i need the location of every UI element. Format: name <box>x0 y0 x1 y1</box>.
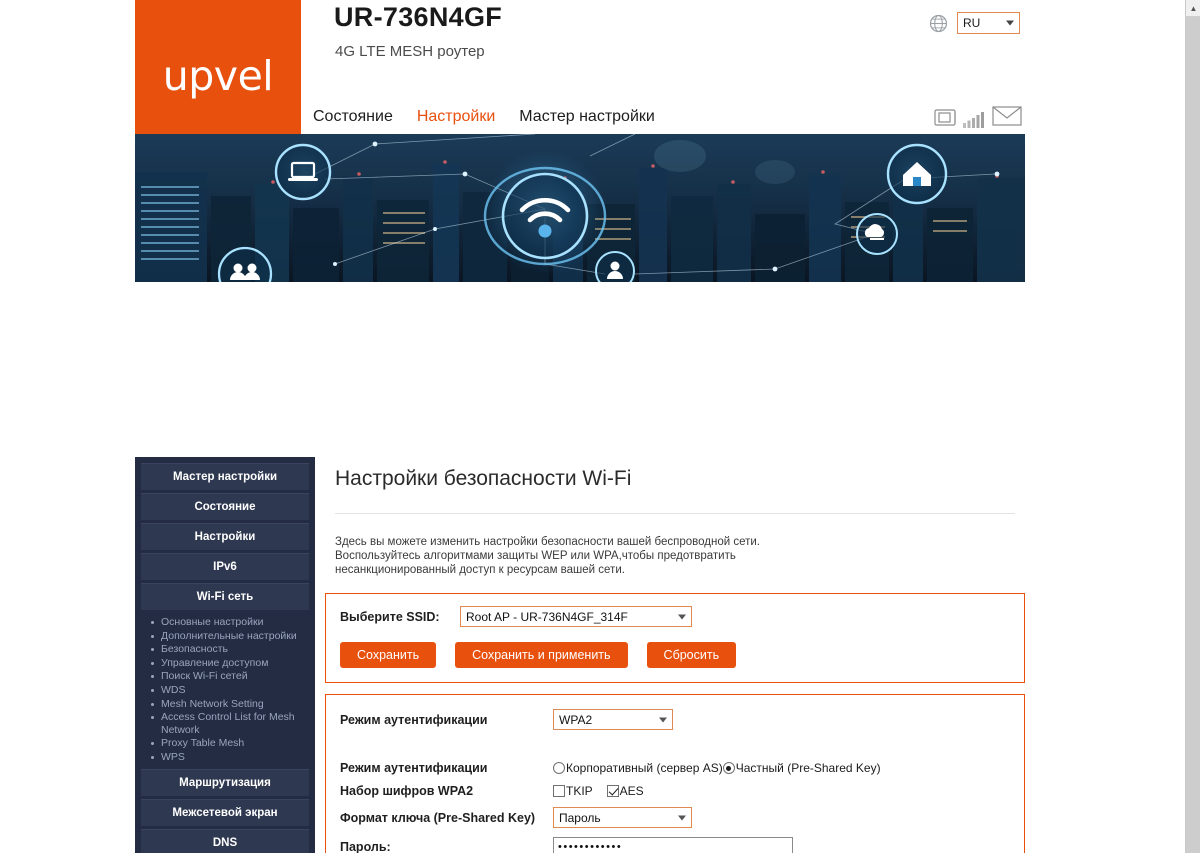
intro-line-1: Здесь вы можете изменить настройки безоп… <box>335 536 761 548</box>
radio-personal-label: Частный (Pre-Shared Key) <box>735 761 881 775</box>
chevron-down-icon <box>678 815 686 820</box>
key-format-value: Пароль <box>559 810 601 825</box>
cipher-row: Набор шифров WPA2 TKIP AES <box>340 784 1010 798</box>
radio-enterprise[interactable]: Корпоративный (сервер AS) <box>553 761 723 775</box>
page-scrollbar[interactable]: ▲ <box>1185 0 1200 853</box>
ssid-row: Выберите SSID: Root AP - UR-736N4GF_314F <box>340 606 1010 627</box>
intro-line-3: несанкционированный доступ к ресурсам ва… <box>335 564 625 576</box>
ssid-select[interactable]: Root AP - UR-736N4GF_314F <box>460 606 692 627</box>
status-icon-group <box>934 104 1022 128</box>
globe-icon <box>929 14 948 33</box>
auth-type-row: Режим аутентификации Корпоративный (серв… <box>340 761 1010 775</box>
hero-banner <box>135 134 1025 282</box>
sim-card-icon <box>934 108 958 128</box>
cipher-label: Набор шифров WPA2 <box>340 784 474 798</box>
ssid-panel: Выберите SSID: Root AP - UR-736N4GF_314F… <box>325 593 1025 683</box>
checkbox-aes[interactable]: AES <box>606 784 644 798</box>
radio-selected-icon <box>722 762 735 774</box>
intro-text: Здесь вы можете изменить настройки безоп… <box>335 535 1025 577</box>
chevron-down-icon <box>1006 20 1014 26</box>
auth-panel: Режим аутентификации WPA2 Режим аутентиф… <box>325 694 1025 853</box>
ssid-button-row: Сохранить Сохранить и применить Сбросить <box>340 642 1010 668</box>
sidebar-item-dns[interactable]: DNS <box>141 828 309 853</box>
checkbox-icon <box>553 785 565 797</box>
sidebar-subitem-wps[interactable]: WPS <box>151 751 309 764</box>
sidebar-subitem-access[interactable]: Управление доступом <box>151 657 309 670</box>
envelope-icon[interactable] <box>992 104 1022 128</box>
page-shell: upvel UR-736N4GF 4G LTE MESH роутер RU С… <box>135 0 1025 853</box>
title-divider <box>335 513 1015 514</box>
chevron-down-icon <box>659 717 667 722</box>
ssid-label: Выберите SSID: <box>340 609 440 624</box>
model-subtitle: 4G LTE MESH роутер <box>335 43 485 60</box>
auth-mode-label: Режим аутентификации <box>340 712 488 727</box>
save-apply-button[interactable]: Сохранить и применить <box>455 642 628 668</box>
sidebar-subitem-mesh-setting[interactable]: Mesh Network Setting <box>151 698 309 711</box>
signal-bars-icon <box>963 110 987 128</box>
site-header: upvel UR-736N4GF 4G LTE MESH роутер RU С… <box>135 0 1025 134</box>
router-admin-page: upvel UR-736N4GF 4G LTE MESH роутер RU С… <box>0 0 1200 853</box>
sidebar-subitem-basic[interactable]: Основные настройки <box>151 616 309 629</box>
ssid-selected-value: Root AP - UR-736N4GF_314F <box>466 609 628 624</box>
password-label: Пароль: <box>340 840 391 853</box>
sidebar-sublist: Основные настройки Дополнительные настро… <box>135 616 315 764</box>
page-body: Мастер настройки Состояние Настройки IPv… <box>135 282 1025 853</box>
nav-item-settings[interactable]: Настройки <box>417 108 495 126</box>
password-input[interactable] <box>553 837 793 853</box>
page-heading: Настройки безопасности Wi-Fi <box>335 467 632 490</box>
sidebar-subitem-site-survey[interactable]: Поиск Wi-Fi сетей <box>151 670 309 683</box>
checkbox-tkip-label: TKIP <box>566 784 593 798</box>
key-format-select[interactable]: Пароль <box>553 807 692 828</box>
sidebar-nav: Мастер настройки Состояние Настройки IPv… <box>135 457 315 853</box>
language-select[interactable]: RU <box>957 12 1020 34</box>
reset-button[interactable]: Сбросить <box>646 642 737 668</box>
logo-text: upvel <box>162 52 274 100</box>
sidebar-item-settings[interactable]: Настройки <box>141 523 309 550</box>
password-row: Пароль: <box>340 837 1010 853</box>
auth-mode-row: Режим аутентификации WPA2 <box>340 709 1010 730</box>
checkbox-checked-icon <box>606 785 619 797</box>
intro-line-2: Воспользуйтесь алгоритмами защиты WEP ил… <box>335 550 736 562</box>
main-nav: Состояние Настройки Мастер настройки <box>313 108 655 126</box>
sidebar-item-wizard[interactable]: Мастер настройки <box>141 463 309 490</box>
checkbox-aes-label: AES <box>619 784 644 798</box>
radio-personal[interactable]: Частный (Pre-Shared Key) <box>722 761 881 775</box>
sidebar-item-routing[interactable]: Маршрутизация <box>141 768 309 796</box>
language-switcher: RU <box>929 12 1020 34</box>
sidebar-item-ipv6[interactable]: IPv6 <box>141 553 309 580</box>
main-content: Настройки безопасности Wi-Fi Здесь вы мо… <box>325 457 1025 853</box>
nav-item-status[interactable]: Состояние <box>313 108 393 126</box>
checkbox-tkip[interactable]: TKIP <box>553 784 593 798</box>
scrollbar-thumb[interactable] <box>1186 17 1200 853</box>
sidebar-item-status[interactable]: Состояние <box>141 493 309 520</box>
sidebar-subitem-security[interactable]: Безопасность <box>151 643 309 656</box>
sidebar-subitem-proxy-table[interactable]: Proxy Table Mesh <box>151 737 309 750</box>
sidebar-subitem-mesh-acl[interactable]: Access Control List for Mesh Network <box>151 711 309 736</box>
brand-logo[interactable]: upvel <box>135 0 301 134</box>
radio-icon <box>553 762 565 774</box>
save-button[interactable]: Сохранить <box>340 642 437 668</box>
auth-mode-value: WPA2 <box>559 712 593 727</box>
language-value: RU <box>963 16 981 30</box>
chevron-down-icon <box>678 614 686 619</box>
page-title-model: UR-736N4GF <box>334 2 503 32</box>
auth-mode-select[interactable]: WPA2 <box>553 709 673 730</box>
sidebar-item-firewall[interactable]: Межсетевой экран <box>141 798 309 826</box>
key-format-row: Формат ключа (Pre-Shared Key) Пароль <box>340 807 1010 828</box>
sidebar-item-wifi[interactable]: Wi-Fi сеть <box>141 583 309 610</box>
sidebar-subitem-wds[interactable]: WDS <box>151 684 309 697</box>
sidebar-subitem-advanced[interactable]: Дополнительные настройки <box>151 630 309 643</box>
radio-enterprise-label: Корпоративный (сервер AS) <box>566 761 723 775</box>
key-format-label: Формат ключа (Pre-Shared Key) <box>340 810 536 825</box>
auth-type-label: Режим аутентификации <box>340 761 488 775</box>
scroll-up-arrow[interactable]: ▲ <box>1186 0 1200 17</box>
nav-item-wizard[interactable]: Мастер настройки <box>519 108 655 126</box>
